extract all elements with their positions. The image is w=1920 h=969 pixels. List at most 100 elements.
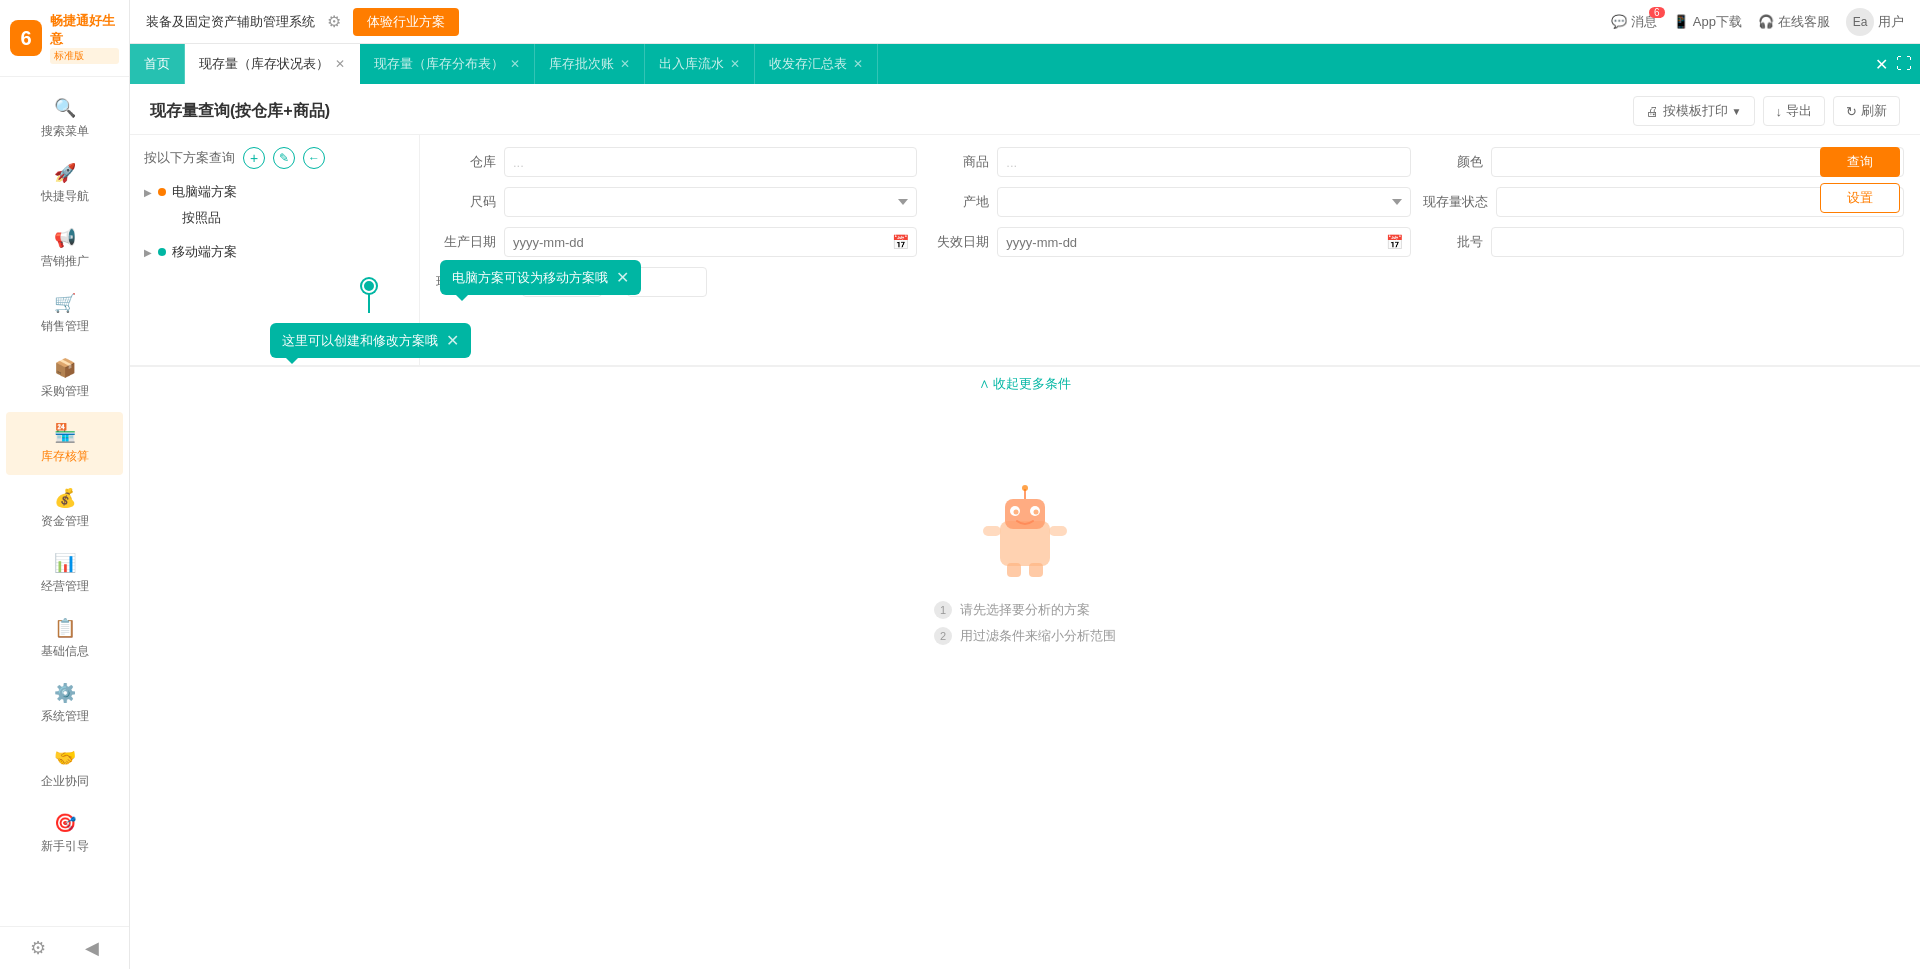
print-label: 按模板打印 (1663, 102, 1728, 120)
edit-scheme-btn[interactable]: ✎ (273, 147, 295, 169)
pc-scheme-label: 电脑端方案 (172, 183, 237, 201)
sidebar-item-marketing[interactable]: 📢 营销推广 (6, 217, 123, 280)
sidebar-item-basic[interactable]: 📋 基础信息 (6, 607, 123, 670)
sidebar-item-ops[interactable]: 📊 经营管理 (6, 542, 123, 605)
empty-state: 1 请先选择要分析的方案 2 用过滤条件来缩小分析范围 (130, 401, 1920, 729)
sidebar-item-finance[interactable]: 💰 资金管理 (6, 477, 123, 540)
settings-icon[interactable]: ⚙ (30, 937, 46, 959)
batch-no-input[interactable] (1491, 227, 1904, 257)
sidebar: 6 畅捷通好生意 标准版 🔍 搜索菜单 🚀 快捷导航 📢 营销推广 🛒 销售管理… (0, 0, 130, 969)
prod-date-input[interactable] (504, 227, 917, 257)
tab-close-icon[interactable]: ✕ (620, 58, 630, 70)
expire-date-input[interactable] (997, 227, 1410, 257)
empty-content: 1 请先选择要分析的方案 2 用过滤条件来缩小分析范围 (934, 481, 1116, 649)
prod-date-label: 生产日期 (436, 233, 496, 251)
sidebar-item-quick-nav[interactable]: 🚀 快捷导航 (6, 152, 123, 215)
sidebar-item-purchase[interactable]: 📦 采购管理 (6, 347, 123, 410)
trial-btn[interactable]: 体验行业方案 (353, 8, 459, 36)
filter-container: 按以下方案查询 + ✎ ← 电脑方案可设为移动方案哦 ✕ 这里可以创建和修改方案… (130, 135, 1920, 366)
user-menu[interactable]: Ea 用户 (1846, 8, 1904, 36)
origin-select[interactable] (997, 187, 1410, 217)
search-btn[interactable]: 查询 (1820, 147, 1900, 177)
filter-row-warehouse: 仓库 ... (436, 147, 917, 177)
logo-icon: 6 (10, 20, 42, 56)
tab-close-icon[interactable]: ✕ (730, 58, 740, 70)
add-scheme-btn[interactable]: + (243, 147, 265, 169)
tooltip-create-close[interactable]: ✕ (446, 331, 459, 350)
sidebar-item-sales[interactable]: 🛒 销售管理 (6, 282, 123, 345)
filter-row-origin: 产地 (929, 187, 1410, 217)
tab-inventory-status[interactable]: 现存量（库存状况表） ✕ (185, 44, 360, 84)
fullscreen-icon[interactable]: ⛶ (1896, 55, 1912, 73)
calendar-icon[interactable]: 📅 (1386, 234, 1403, 250)
product-field[interactable]: ... (997, 147, 1410, 177)
sidebar-item-search[interactable]: 🔍 搜索菜单 (6, 87, 123, 150)
sidebar-item-label: 系统管理 (41, 708, 89, 725)
stock-state-label: 现存量状态 (1423, 193, 1488, 211)
tooltip-plan-close[interactable]: ✕ (616, 268, 629, 287)
basic-icon: 📋 (54, 617, 76, 639)
expire-date-label: 失效日期 (929, 233, 989, 251)
close-all-tabs-icon[interactable]: ✕ (1875, 55, 1888, 74)
page-actions: 🖨 按模板打印 ▼ ↓ 导出 ↻ 刷新 (1633, 96, 1900, 126)
expand-arrow-icon: ▶ (144, 247, 152, 258)
print-template-btn[interactable]: 🖨 按模板打印 ▼ (1633, 96, 1755, 126)
warehouse-label: 仓库 (436, 153, 496, 171)
size-label: 尺码 (436, 193, 496, 211)
tab-close-icon[interactable]: ✕ (853, 58, 863, 70)
empty-hints: 1 请先选择要分析的方案 2 用过滤条件来缩小分析范围 (934, 597, 1116, 649)
tab-close-icon[interactable]: ✕ (335, 58, 345, 70)
messages-btn[interactable]: 💬 消息 6 (1611, 13, 1657, 31)
tooltip-plan-text: 电脑方案可设为移动方案哦 (452, 269, 608, 287)
mobile-dot (158, 248, 166, 256)
sidebar-item-label: 资金管理 (41, 513, 89, 530)
sidebar-item-label: 营销推广 (41, 253, 89, 270)
product-label: 商品 (929, 153, 989, 171)
product-placeholder: ... (1006, 155, 1401, 170)
online-service-btn[interactable]: 🎧 在线客服 (1758, 13, 1830, 31)
back-btn[interactable]: ← (303, 147, 325, 169)
sidebar-item-system[interactable]: ⚙️ 系统管理 (6, 672, 123, 735)
refresh-btn[interactable]: ↻ 刷新 (1833, 96, 1900, 126)
pc-child-item[interactable]: 按照品 (168, 205, 405, 231)
reset-btn[interactable]: 设置 (1820, 183, 1900, 213)
tab-home[interactable]: 首页 (130, 44, 185, 84)
scheme-panel: 按以下方案查询 + ✎ ← 电脑方案可设为移动方案哦 ✕ 这里可以创建和修改方案… (130, 135, 420, 365)
tooltip-plan: 电脑方案可设为移动方案哦 ✕ (440, 260, 641, 295)
pc-scheme-item[interactable]: ▶ 电脑端方案 (144, 179, 405, 205)
tab-collect-summary[interactable]: 收发存汇总表 ✕ (755, 44, 878, 84)
content-area: 现存量查询(按仓库+商品) 🖨 按模板打印 ▼ ↓ 导出 ↻ 刷新 (130, 84, 1920, 969)
sidebar-item-inventory[interactable]: 🏪 库存核算 (6, 412, 123, 475)
warehouse-field[interactable]: ... (504, 147, 917, 177)
sidebar-item-guide[interactable]: 🎯 新手引导 (6, 802, 123, 865)
collab-icon: 🤝 (54, 747, 76, 769)
marketing-icon: 📢 (54, 227, 76, 249)
app-download-btn[interactable]: 📱 App下载 (1673, 13, 1742, 31)
tab-close-icon[interactable]: ✕ (510, 58, 520, 70)
tab-in-out-flow[interactable]: 出入库流水 ✕ (645, 44, 755, 84)
mobile-scheme-item[interactable]: ▶ 移动端方案 (144, 239, 405, 265)
hint-num-1: 1 (934, 601, 952, 619)
tab-inventory-dist[interactable]: 现存量（库存分布表） ✕ (360, 44, 535, 84)
tab-label: 现存量（库存状况表） (199, 55, 329, 73)
color-label: 颜色 (1423, 153, 1483, 171)
calendar-icon[interactable]: 📅 (892, 234, 909, 250)
tab-batch-ledger[interactable]: 库存批次账 ✕ (535, 44, 645, 84)
collapse-sidebar-icon[interactable]: ◀ (85, 937, 99, 959)
collapse-label: 收起更多条件 (993, 376, 1071, 391)
purchase-icon: 📦 (54, 357, 76, 379)
size-select[interactable] (504, 187, 917, 217)
collapse-bar[interactable]: ∧ 收起更多条件 (130, 366, 1920, 401)
export-btn[interactable]: ↓ 导出 (1763, 96, 1826, 126)
header-gear-icon[interactable]: ⚙ (327, 12, 341, 31)
sidebar-item-label: 快捷导航 (41, 188, 89, 205)
sales-icon: 🛒 (54, 292, 76, 314)
service-label: 在线客服 (1778, 13, 1830, 31)
logo-text: 畅捷通好生意 标准版 (50, 12, 119, 64)
sidebar-item-collab[interactable]: 🤝 企业协同 (6, 737, 123, 800)
avatar: Ea (1846, 8, 1874, 36)
svg-rect-8 (1007, 563, 1021, 577)
app-icon: 📱 (1673, 14, 1689, 29)
page-title: 现存量查询(按仓库+商品) (150, 101, 330, 122)
origin-label: 产地 (929, 193, 989, 211)
